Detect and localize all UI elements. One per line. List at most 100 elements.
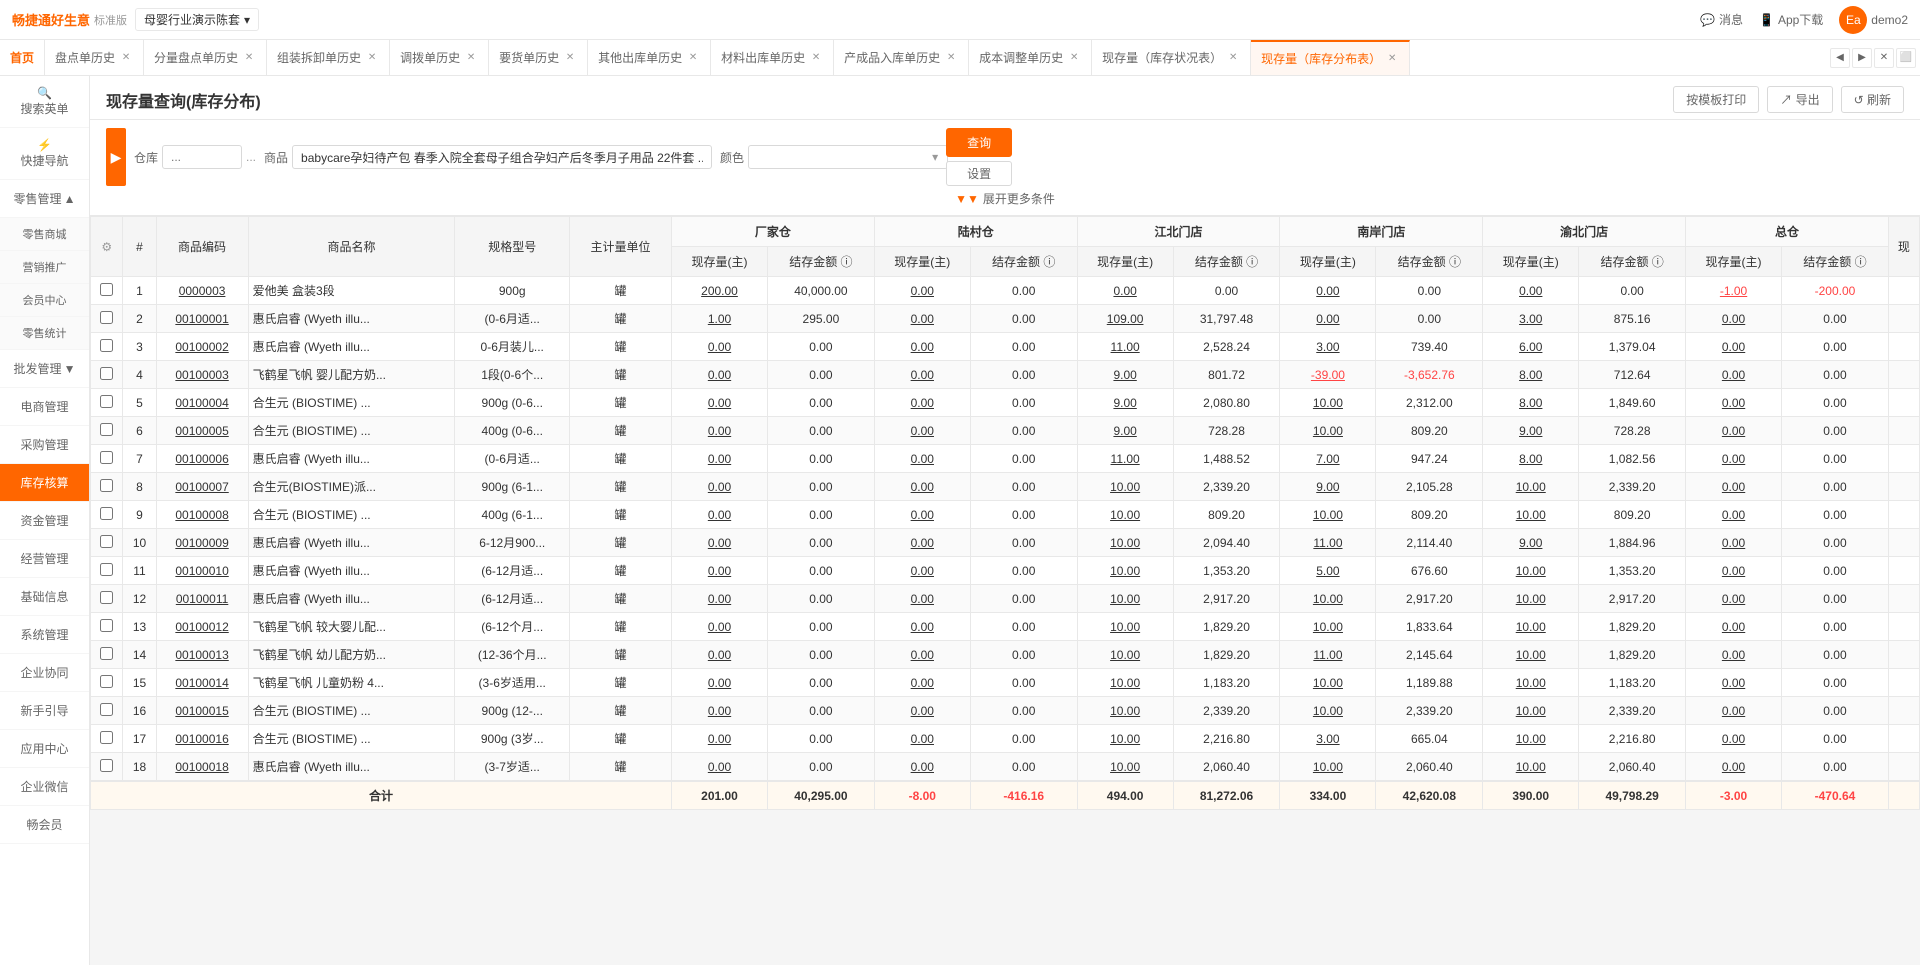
user-area[interactable]: Ea demo2 xyxy=(1839,6,1908,34)
sidebar-item-retail[interactable]: 零售管理 ▲ xyxy=(0,180,89,218)
cell-checkbox[interactable] xyxy=(91,669,123,697)
tab-portion-check[interactable]: 分量盘点单历史 ✕ xyxy=(144,40,267,76)
tab-close[interactable]: ✕ xyxy=(464,51,478,65)
row-checkbox[interactable] xyxy=(100,535,113,548)
cell-checkbox[interactable] xyxy=(91,389,123,417)
tab-close[interactable]: ✕ xyxy=(1067,51,1081,65)
tab-order[interactable]: 要货单历史 ✕ xyxy=(489,40,588,76)
cell-checkbox[interactable] xyxy=(91,585,123,613)
row-checkbox[interactable] xyxy=(100,647,113,660)
tab-close[interactable]: ✕ xyxy=(563,51,577,65)
cell-checkbox[interactable] xyxy=(91,557,123,585)
tab-home[interactable]: 首页 xyxy=(0,40,45,76)
row-checkbox[interactable] xyxy=(100,339,113,352)
cell-checkbox[interactable] xyxy=(91,725,123,753)
row-checkbox[interactable] xyxy=(100,507,113,520)
cell-checkbox[interactable] xyxy=(91,333,123,361)
cell-name: 惠氏启睿 (Wyeth illu... xyxy=(248,333,455,361)
sidebar-item-wechat[interactable]: 企业微信 xyxy=(0,768,89,806)
sidebar-item-retail-stat[interactable]: 零售统计 xyxy=(0,317,89,350)
refresh-btn[interactable]: ↺ 刷新 xyxy=(1841,86,1904,113)
cell-checkbox[interactable] xyxy=(91,277,123,305)
cell-checkbox[interactable] xyxy=(91,417,123,445)
settings-btn[interactable]: 设置 xyxy=(946,161,1012,186)
tab-product-in[interactable]: 产成品入库单历史 ✕ xyxy=(834,40,969,76)
cell-checkbox[interactable] xyxy=(91,473,123,501)
expand-more-btn[interactable]: ▼▼ 展开更多条件 xyxy=(106,190,1904,207)
sidebar-item-ecommerce[interactable]: 电商管理 xyxy=(0,388,89,426)
export-btn[interactable]: ↗ 导出 xyxy=(1767,86,1832,113)
goods-input[interactable] xyxy=(292,145,712,169)
tab-next-btn[interactable]: ▶ xyxy=(1852,48,1872,68)
row-checkbox[interactable] xyxy=(100,619,113,632)
color-input[interactable] xyxy=(748,145,948,169)
print-btn[interactable]: 按模板打印 xyxy=(1673,86,1759,113)
store-selector[interactable]: 母婴行业演示陈套 ▾ xyxy=(135,8,259,31)
cell-checkbox[interactable] xyxy=(91,641,123,669)
tab-stock-status[interactable]: 现存量（库存状况表） ✕ xyxy=(1092,40,1251,76)
tab-material-out[interactable]: 材料出库单历史 ✕ xyxy=(711,40,834,76)
tab-close[interactable]: ✕ xyxy=(119,51,133,65)
sidebar-item-marketing[interactable]: 营销推广 xyxy=(0,251,89,284)
row-checkbox[interactable] xyxy=(100,479,113,492)
tab-expand-btn[interactable]: ⬜ xyxy=(1896,48,1916,68)
tab-close[interactable]: ✕ xyxy=(686,51,700,65)
app-download-btn[interactable]: 📱 App下载 xyxy=(1759,11,1823,28)
sidebar-item-member2[interactable]: 畅会员 xyxy=(0,806,89,844)
tab-cost-adjust[interactable]: 成本调整单历史 ✕ xyxy=(969,40,1092,76)
sidebar-item-guide[interactable]: 新手引导 xyxy=(0,692,89,730)
sidebar-item-finance[interactable]: 资金管理 xyxy=(0,502,89,540)
sidebar-item-search[interactable]: 🔍 搜索英单 xyxy=(0,76,89,128)
row-checkbox[interactable] xyxy=(100,759,113,772)
sidebar-item-appcenter[interactable]: 应用中心 xyxy=(0,730,89,768)
tab-assemble[interactable]: 组装拆卸单历史 ✕ xyxy=(267,40,390,76)
sidebar-item-inventory[interactable]: 库存核算 xyxy=(0,464,89,502)
row-checkbox[interactable] xyxy=(100,423,113,436)
sidebar-item-basic[interactable]: 基础信息 xyxy=(0,578,89,616)
row-checkbox[interactable] xyxy=(100,703,113,716)
tab-other-out[interactable]: 其他出库单历史 ✕ xyxy=(588,40,711,76)
tab-close[interactable]: ✕ xyxy=(809,51,823,65)
sidebar-item-member[interactable]: 会员中心 xyxy=(0,284,89,317)
query-btn[interactable]: 查询 xyxy=(946,128,1012,157)
cell-checkbox[interactable] xyxy=(91,529,123,557)
tab-close[interactable]: ✕ xyxy=(944,51,958,65)
cell-checkbox[interactable] xyxy=(91,613,123,641)
row-checkbox[interactable] xyxy=(100,367,113,380)
tab-close[interactable]: ✕ xyxy=(242,51,256,65)
cell-checkbox[interactable] xyxy=(91,753,123,782)
sidebar-item-enterprise[interactable]: 企业协同 xyxy=(0,654,89,692)
sidebar-item-retail-shop[interactable]: 零售商城 xyxy=(0,218,89,251)
sidebar-item-operation[interactable]: 经营管理 xyxy=(0,540,89,578)
warehouse-input[interactable] xyxy=(162,145,242,169)
tab-stock-dist[interactable]: 现存量（库存分布表） ✕ xyxy=(1251,40,1410,76)
cell-checkbox[interactable] xyxy=(91,501,123,529)
sidebar-item-purchase[interactable]: 采购管理 xyxy=(0,426,89,464)
row-checkbox[interactable] xyxy=(100,283,113,296)
tab-close-all-btn[interactable]: ✕ xyxy=(1874,48,1894,68)
row-checkbox[interactable] xyxy=(100,451,113,464)
row-checkbox[interactable] xyxy=(100,675,113,688)
tab-close[interactable]: ✕ xyxy=(365,51,379,65)
tab-close[interactable]: ✕ xyxy=(1385,52,1399,66)
row-checkbox[interactable] xyxy=(100,563,113,576)
sidebar-item-quick[interactable]: ⚡ 快捷导航 xyxy=(0,128,89,180)
row-checkbox[interactable] xyxy=(100,395,113,408)
tab-inventory-check[interactable]: 盘点单历史 ✕ xyxy=(45,40,144,76)
tab-transfer[interactable]: 调拨单历史 ✕ xyxy=(390,40,489,76)
th-settings[interactable]: ⚙ xyxy=(91,217,123,277)
sidebar-item-system[interactable]: 系统管理 xyxy=(0,616,89,654)
tab-close[interactable]: ✕ xyxy=(1226,51,1240,65)
row-checkbox[interactable] xyxy=(100,731,113,744)
cell-checkbox[interactable] xyxy=(91,697,123,725)
filter-expand-left-btn[interactable]: ▶ xyxy=(106,128,126,186)
store-name: 母婴行业演示陈套 xyxy=(144,11,240,28)
tab-prev-btn[interactable]: ◀ xyxy=(1830,48,1850,68)
message-btn[interactable]: 💬 消息 xyxy=(1700,11,1743,28)
sidebar-item-wholesale[interactable]: 批发管理 ▼ xyxy=(0,350,89,388)
cell-checkbox[interactable] xyxy=(91,305,123,333)
cell-checkbox[interactable] xyxy=(91,361,123,389)
row-checkbox[interactable] xyxy=(100,311,113,324)
cell-checkbox[interactable] xyxy=(91,445,123,473)
row-checkbox[interactable] xyxy=(100,591,113,604)
